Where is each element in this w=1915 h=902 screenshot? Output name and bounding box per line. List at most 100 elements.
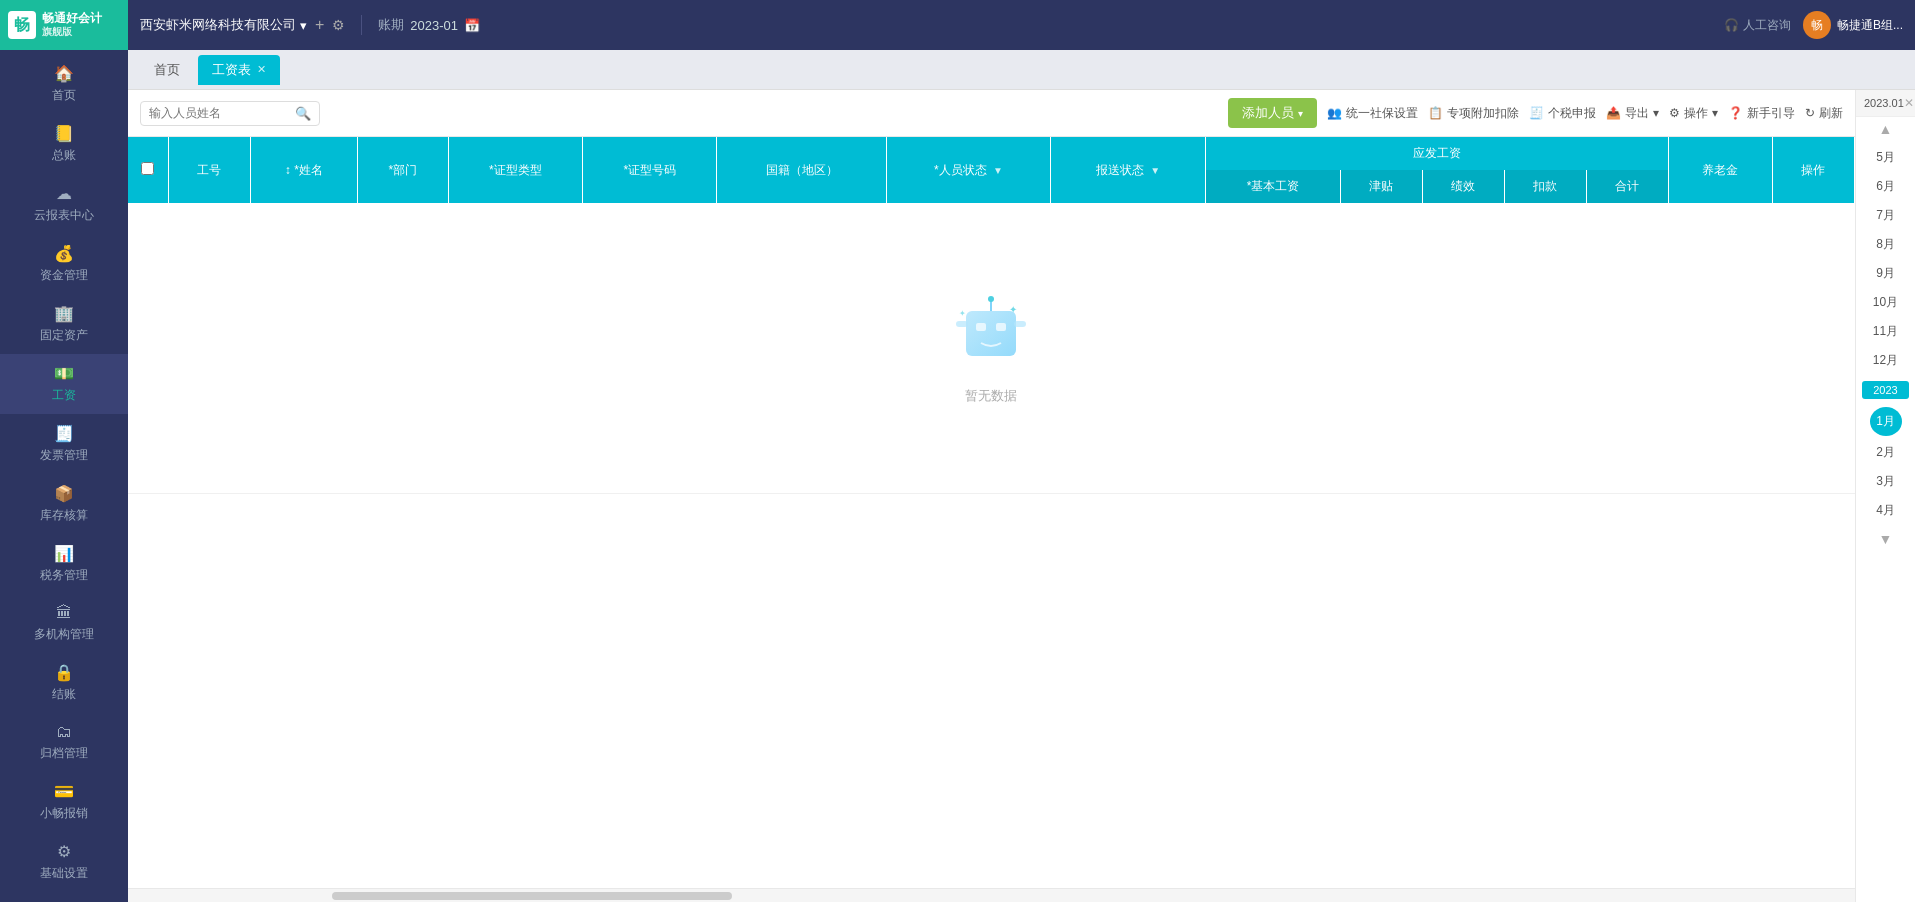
close-icon: 🔒 — [54, 663, 74, 682]
company-selector[interactable]: 西安虾米网络科技有限公司 ▾ — [140, 16, 307, 34]
sidebar-item-close-accounts[interactable]: 🔒 结账 — [0, 653, 128, 713]
month-11[interactable]: 11月 — [1856, 317, 1915, 346]
calendar-icon[interactable]: 📅 — [464, 18, 480, 33]
user-menu[interactable]: 畅 畅捷通B组... — [1803, 11, 1903, 39]
sidebar-item-settings[interactable]: ⚙ 基础设置 — [0, 832, 128, 892]
year-down-btn[interactable]: ▼ — [1856, 527, 1915, 551]
th-name: ↕ *姓名 — [250, 137, 358, 203]
sidebar-item-guide[interactable]: 📖 新手引导 — [0, 892, 128, 902]
export-icon: 📤 — [1606, 106, 1621, 120]
tab-salary[interactable]: 工资表 ✕ — [198, 55, 280, 85]
month-3[interactable]: 3月 — [1856, 467, 1915, 496]
app-logo: 畅 畅通好会计 旗舰版 — [0, 0, 128, 50]
service-label: 人工咨询 — [1743, 17, 1791, 34]
th-allowance: 津贴 — [1340, 170, 1422, 203]
status-filter-icon[interactable]: ▼ — [993, 165, 1003, 176]
empty-state: ✦ ✦ 暂无数据 — [138, 211, 1845, 485]
sidebar-item-home[interactable]: 🏠 首页 — [0, 54, 128, 114]
archive-icon: 🗂 — [56, 723, 72, 741]
social-security-btn[interactable]: 👥 统一社保设置 — [1327, 105, 1418, 122]
sidebar-item-label: 总账 — [52, 147, 76, 164]
refresh-btn[interactable]: ↻ 刷新 — [1805, 105, 1843, 122]
capital-icon: 💰 — [54, 244, 74, 263]
cloud-report-icon: ☁ — [56, 184, 72, 203]
special-deduction-btn[interactable]: 📋 专项附加扣除 — [1428, 105, 1519, 122]
guide-btn[interactable]: ❓ 新手引导 — [1728, 105, 1795, 122]
export-btn[interactable]: 📤 导出 ▾ — [1606, 105, 1659, 122]
tab-close-icon[interactable]: ✕ — [257, 63, 266, 76]
sidebar-item-fixed-assets[interactable]: 🏢 固定资产 — [0, 294, 128, 354]
month-2[interactable]: 2月 — [1856, 438, 1915, 467]
refresh-label: 刷新 — [1819, 105, 1843, 122]
svg-rect-2 — [996, 323, 1006, 331]
search-icon[interactable]: 🔍 — [295, 106, 311, 121]
th-deduction: 扣款 — [1504, 170, 1586, 203]
th-checkbox[interactable] — [128, 137, 168, 203]
svg-rect-1 — [976, 323, 986, 331]
sidebar-item-label: 固定资产 — [40, 327, 88, 344]
sidebar-item-multi-org[interactable]: 🏛 多机构管理 — [0, 594, 128, 653]
year-up-btn[interactable]: ▲ — [1856, 117, 1915, 141]
report-filter-icon[interactable]: ▼ — [1150, 165, 1160, 176]
panel-period-value: 2023.01 — [1864, 97, 1904, 109]
main-area: 西安虾米网络科技有限公司 ▾ + ⚙ 账期 2023-01 📅 🎧 人工咨询 畅… — [128, 0, 1915, 902]
scroll-bar-thumb[interactable] — [332, 892, 732, 900]
period-value: 2023-01 — [410, 18, 458, 33]
sidebar-item-salary[interactable]: 💵 工资 — [0, 354, 128, 414]
month-8[interactable]: 8月 — [1856, 230, 1915, 259]
search-box[interactable]: 🔍 — [140, 101, 320, 126]
month-7[interactable]: 7月 — [1856, 201, 1915, 230]
scroll-bar-container[interactable] — [128, 888, 1855, 902]
settings-icon[interactable]: ⚙ — [332, 17, 345, 33]
sidebar-item-label: 首页 — [52, 87, 76, 104]
sidebar-item-tax[interactable]: 📊 税务管理 — [0, 534, 128, 594]
sidebar-nav: 🏠 首页 📒 总账 ☁ 云报表中心 💰 资金管理 🏢 固定资产 💵 工资 🧾 发… — [0, 50, 128, 902]
month-4[interactable]: 4月 — [1856, 496, 1915, 525]
topbar-divider — [361, 15, 362, 35]
sidebar-item-cloud-report[interactable]: ☁ 云报表中心 — [0, 174, 128, 234]
th-dept: *部门 — [358, 137, 449, 203]
service-button[interactable]: 🎧 人工咨询 — [1724, 17, 1791, 34]
sidebar-item-invoice[interactable]: 🧾 发票管理 — [0, 414, 128, 474]
sidebar-item-capital[interactable]: 💰 资金管理 — [0, 234, 128, 294]
personal-tax-icon: 🧾 — [1529, 106, 1544, 120]
tax-icon: 📊 — [54, 544, 74, 563]
multi-org-icon: 🏛 — [56, 604, 72, 622]
chevron-down-icon: ▾ — [300, 18, 307, 33]
salary-icon: 💵 — [54, 364, 74, 383]
month-10[interactable]: 10月 — [1856, 288, 1915, 317]
special-deduction-icon: 📋 — [1428, 106, 1443, 120]
sidebar-item-label: 发票管理 — [40, 447, 88, 464]
toolbar-right: 添加人员 ▾ 👥 统一社保设置 📋 专项附加扣除 🧾 — [1228, 98, 1843, 128]
empty-icon: ✦ ✦ — [951, 291, 1031, 371]
tab-home[interactable]: 首页 — [140, 55, 194, 85]
th-performance: 绩效 — [1422, 170, 1504, 203]
period-selector[interactable]: 账期 2023-01 📅 — [378, 16, 480, 34]
month-12[interactable]: 12月 — [1856, 346, 1915, 375]
th-salary-group: 应发工资 — [1206, 137, 1669, 170]
select-all-checkbox[interactable] — [141, 162, 154, 175]
empty-state-cell: ✦ ✦ 暂无数据 — [128, 203, 1855, 494]
search-input[interactable] — [149, 106, 289, 120]
refresh-icon: ↻ — [1805, 106, 1815, 120]
operations-label: 操作 — [1684, 105, 1708, 122]
th-id-type: *证型类型 — [448, 137, 582, 203]
month-6[interactable]: 6月 — [1856, 172, 1915, 201]
guide-icon: ❓ — [1728, 106, 1743, 120]
sidebar-item-archive[interactable]: 🗂 归档管理 — [0, 713, 128, 772]
sidebar-item-ledger[interactable]: 📒 总账 — [0, 114, 128, 174]
month-9[interactable]: 9月 — [1856, 259, 1915, 288]
th-pension: 养老金 — [1668, 137, 1772, 203]
sidebar-item-inventory[interactable]: 📦 库存核算 — [0, 474, 128, 534]
special-deduction-label: 专项附加扣除 — [1447, 105, 1519, 122]
personal-tax-btn[interactable]: 🧾 个税申报 — [1529, 105, 1596, 122]
sidebar-item-expense[interactable]: 💳 小畅报销 — [0, 772, 128, 832]
add-company-icon[interactable]: + — [315, 16, 324, 34]
close-panel-icon[interactable]: ✕ — [1904, 96, 1914, 110]
operations-btn[interactable]: ⚙ 操作 ▾ — [1669, 105, 1718, 122]
month-1[interactable]: 1月 — [1870, 407, 1902, 436]
add-person-button[interactable]: 添加人员 ▾ — [1228, 98, 1317, 128]
table-container: 工号 ↕ *姓名 *部门 *证型类型 *证型号码 国籍（地区） *人员状态 ▼ — [128, 137, 1855, 888]
month-5[interactable]: 5月 — [1856, 143, 1915, 172]
sidebar-item-label: 工资 — [52, 387, 76, 404]
